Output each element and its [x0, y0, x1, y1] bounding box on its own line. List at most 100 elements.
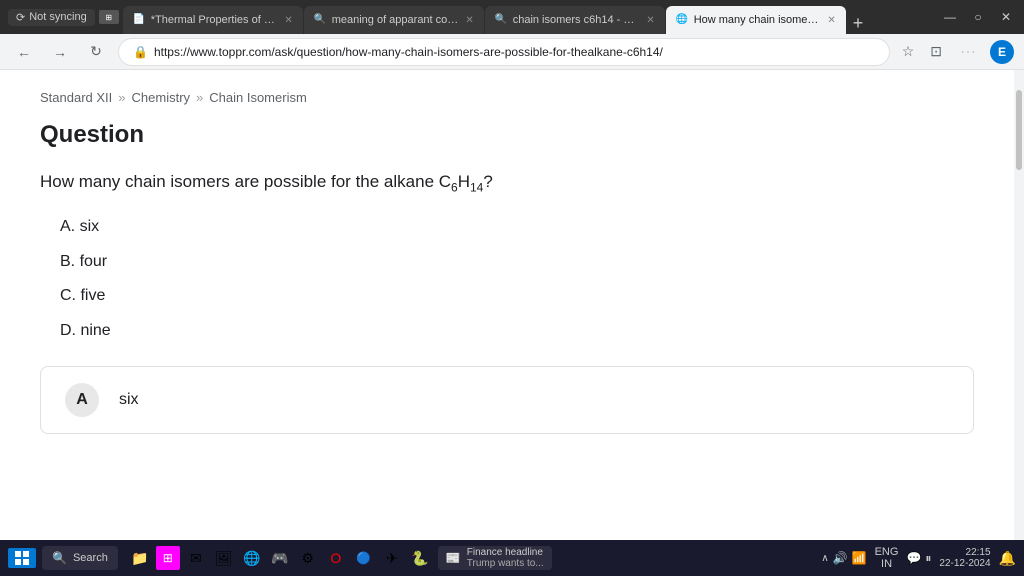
tab-close-3[interactable]: ✕ [646, 15, 654, 26]
taskbar-news[interactable]: 📰 Finance headline Trump wants to... [438, 546, 552, 570]
clock-date: 22-12-2024 [939, 558, 990, 569]
option-b-label: B. [60, 253, 80, 270]
sync-label: Not syncing [29, 11, 86, 23]
window-icon: ⊞ [99, 10, 119, 24]
news-text: Trump wants to... [467, 558, 544, 569]
tab-label-2: meaning of apparant cofficient o [332, 14, 460, 26]
close-button[interactable]: ✕ [996, 10, 1016, 24]
taskbar-icon-python[interactable]: 🐍 [408, 546, 432, 570]
clock-area[interactable]: 22:15 22-12-2024 [939, 547, 990, 569]
taskbar-icon-files[interactable]: 📁 [128, 546, 152, 570]
window-controls: — ○ ✕ [940, 10, 1016, 24]
taskbar-icon-game[interactable]: 🎮 [268, 546, 292, 570]
question-text-prefix: How many chain isomers are possible for … [40, 172, 451, 191]
sync-icon: ⟳ [16, 11, 25, 24]
notification-button[interactable]: 🔔 [999, 550, 1016, 567]
breadcrumb: Standard XII » Chemistry » Chain Isomeri… [40, 90, 974, 105]
option-a-label: A. [60, 218, 80, 235]
page-content: Standard XII » Chemistry » Chain Isomeri… [0, 70, 1024, 540]
tab-meaning[interactable]: 🔍 meaning of apparant cofficient o ✕ [304, 6, 484, 34]
maximize-button[interactable]: ○ [968, 10, 988, 24]
taskbar-icon-mail[interactable]: ✉ [184, 546, 208, 570]
region-label: IN [881, 558, 892, 570]
question-title: Question [40, 121, 974, 149]
news-label: Finance headline [467, 547, 544, 558]
tray-up-arrow[interactable]: ∧ [821, 553, 828, 564]
clock-time: 22:15 [966, 547, 991, 558]
tab-favicon-2: 🔍 [314, 14, 326, 26]
taskbar: 🔍 Search 📁 ⊞ ✉ 🖼 🌐 🎮 ⚙ O 🔵 ✈ 🐍 📰 Finance… [0, 540, 1024, 576]
option-b: B. four [60, 251, 974, 273]
tab-search-button[interactable]: ⊡ [926, 39, 946, 64]
breadcrumb-standard[interactable]: Standard XII [40, 90, 112, 105]
url-bar[interactable]: 🔒 https://www.toppr.com/ask/question/how… [118, 38, 890, 66]
breadcrumb-sep-2: » [196, 90, 203, 105]
url-text: https://www.toppr.com/ask/question/how-m… [154, 45, 663, 59]
bookmark-button[interactable]: ☆ [898, 39, 919, 64]
tab-label-1: *Thermal Properties of Matter_h [151, 14, 279, 26]
option-a-text: six [80, 218, 100, 235]
reload-button[interactable]: ↻ [82, 38, 110, 66]
tab-favicon-3: 🔍 [495, 14, 507, 26]
tab-close-1[interactable]: ✕ [284, 15, 292, 26]
start-button[interactable] [8, 548, 36, 568]
taskbar-icon-chrome[interactable]: 🔵 [352, 546, 376, 570]
tray-network[interactable]: 📶 [852, 551, 867, 565]
tab-chain-search[interactable]: 🔍 chain isomers c6h14 - Search ✕ [485, 6, 665, 34]
taskbar-icon-opera[interactable]: O [324, 546, 348, 570]
question-text-h: H [458, 172, 470, 191]
option-d-text: nine [80, 322, 110, 339]
new-tab-button[interactable]: + [847, 13, 870, 34]
taskbar-icon-store[interactable]: ⊞ [156, 546, 180, 570]
taskbar-icon-telegram[interactable]: ✈ [380, 546, 404, 570]
tab-label-3: chain isomers c6h14 - Search [513, 14, 641, 26]
scrollbar[interactable] [1014, 70, 1024, 540]
option-d: D. nine [60, 320, 974, 342]
profile-button[interactable]: E [990, 40, 1014, 64]
question-subscript-6: 6 [451, 180, 458, 194]
option-c-label: C. [60, 287, 80, 304]
option-c-text: five [80, 287, 105, 304]
title-bar: ⟳ Not syncing ⊞ 📄 *Thermal Properties of… [0, 0, 1024, 34]
taskbar-quick-launch: 📁 ⊞ ✉ 🖼 🌐 🎮 ⚙ O 🔵 ✈ 🐍 [128, 546, 432, 570]
breadcrumb-chemistry[interactable]: Chemistry [132, 90, 191, 105]
language-label: ENG [875, 546, 899, 558]
taskbar-icon-browser[interactable]: 🌐 [240, 546, 264, 570]
scroll-thumb[interactable] [1016, 90, 1022, 170]
breadcrumb-chain-isomerism[interactable]: Chain Isomerism [209, 90, 307, 105]
answer-box: A six [40, 366, 974, 434]
tray-speaker[interactable]: 🔊 [833, 551, 848, 565]
minimize-button[interactable]: — [940, 10, 960, 24]
option-c: C. five [60, 285, 974, 307]
tab-favicon-1: 📄 [133, 14, 145, 26]
taskbar-search-label: Search [73, 552, 108, 564]
taskbar-right: ∧ 🔊 📶 ENG IN 💬 ⏸ 22:15 22-12-2024 🔔 [821, 546, 1016, 570]
language-region: ENG IN [875, 546, 899, 570]
news-icon: 📰 [446, 551, 461, 565]
forward-button[interactable]: → [46, 38, 74, 66]
tray-icon-1[interactable]: 💬 [906, 551, 921, 565]
tab-close-4[interactable]: ✕ [827, 15, 835, 26]
tab-chain-isomers[interactable]: 🌐 How many chain isomers are po... ✕ [666, 6, 846, 34]
question-text-suffix: ? [483, 172, 492, 191]
taskbar-icon-settings[interactable]: ⚙ [296, 546, 320, 570]
taskbar-search[interactable]: 🔍 Search [42, 546, 118, 570]
question-subscript-14: 14 [470, 180, 483, 194]
browser-frame: ⟳ Not syncing ⊞ 📄 *Thermal Properties of… [0, 0, 1024, 576]
options-list: A. six B. four C. five D. nine [60, 216, 974, 342]
option-b-text: four [80, 253, 108, 270]
question-text: How many chain isomers are possible for … [40, 169, 974, 196]
tabs-container: 📄 *Thermal Properties of Matter_h ✕ 🔍 me… [123, 0, 928, 34]
tab-thermal[interactable]: 📄 *Thermal Properties of Matter_h ✕ [123, 6, 303, 34]
tray-icon-2[interactable]: ⏸ [925, 551, 931, 566]
tray-extra: 💬 ⏸ [906, 551, 931, 566]
more-options-button[interactable]: ⋯ [954, 40, 982, 64]
tab-favicon-4: 🌐 [676, 14, 688, 26]
back-button[interactable]: ← [10, 38, 38, 66]
sync-indicator[interactable]: ⟳ Not syncing [8, 9, 95, 26]
search-icon: 🔍 [52, 551, 67, 565]
taskbar-icon-photos[interactable]: 🖼 [212, 546, 236, 570]
page-wrapper: Standard XII » Chemistry » Chain Isomeri… [0, 70, 1024, 540]
tab-close-2[interactable]: ✕ [465, 15, 473, 26]
tab-label-4: How many chain isomers are po... [694, 14, 822, 26]
